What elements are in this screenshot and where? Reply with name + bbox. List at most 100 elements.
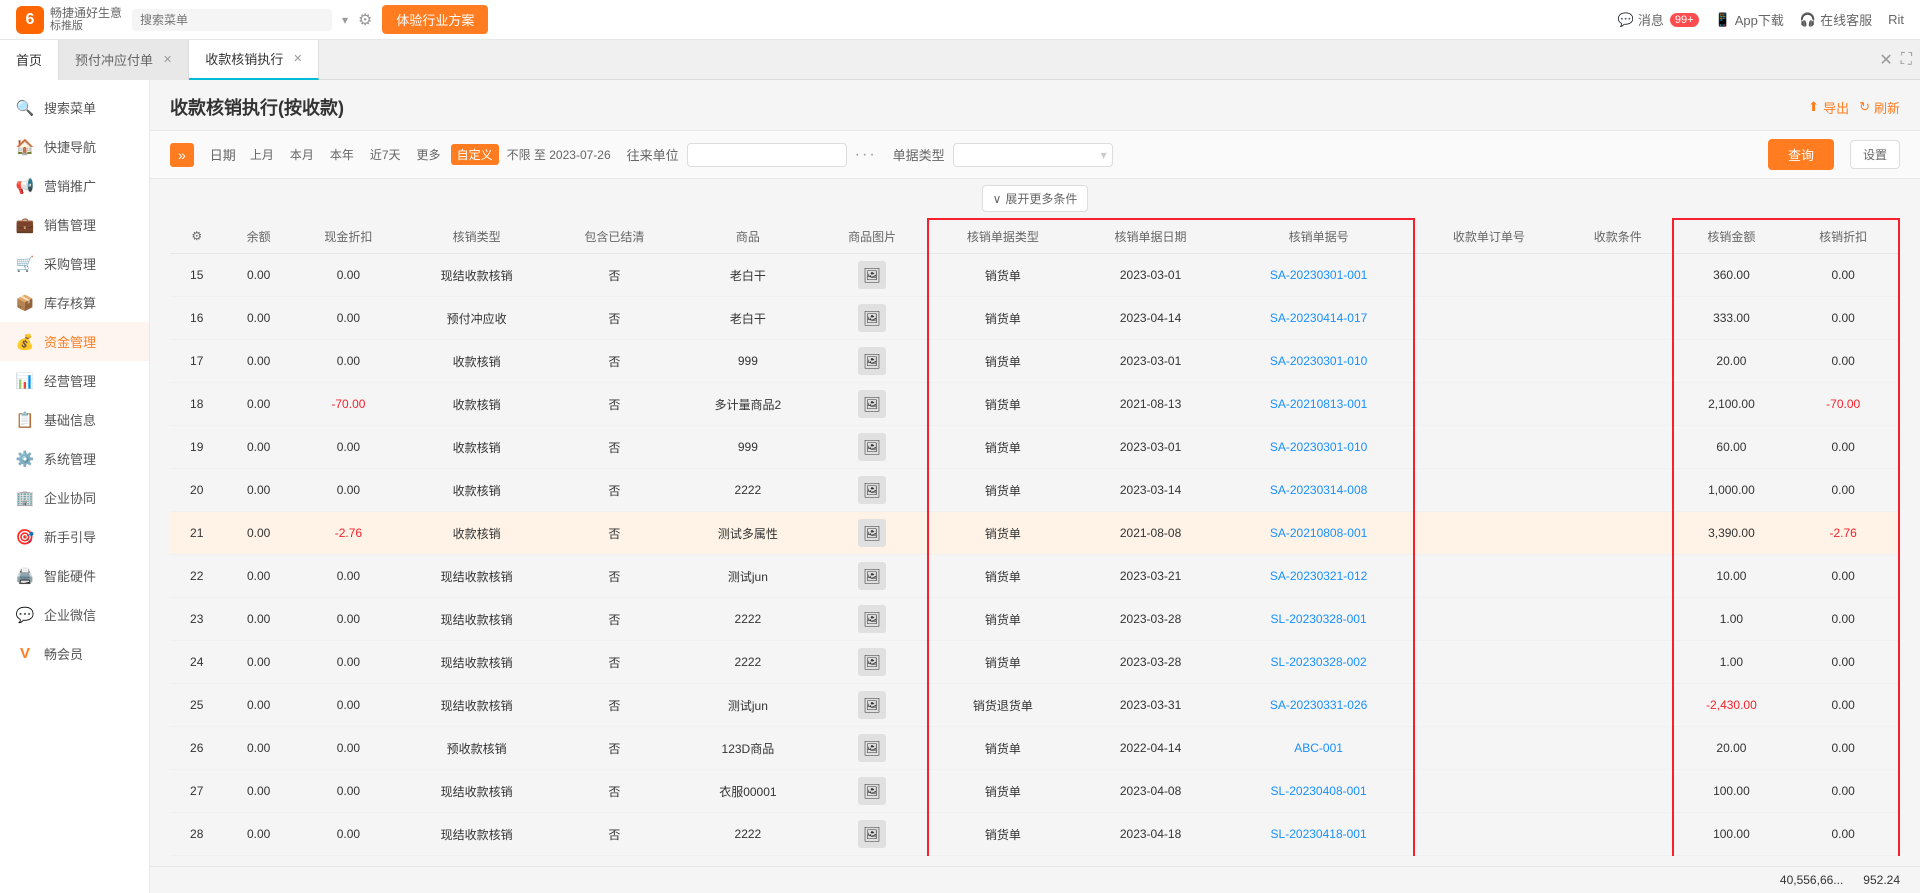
sidebar-item-enterprise[interactable]: 🏢 企业协同 (0, 478, 149, 517)
cell-include-settled: 否 (550, 684, 678, 727)
bill-no-link[interactable]: SL-20230328-001 (1271, 612, 1367, 626)
sidebar-item-label: 新手引导 (44, 527, 96, 546)
tab-home[interactable]: 首页 (0, 40, 59, 80)
cell-receipt-condition (1563, 770, 1674, 813)
inventory-icon: 📦 (16, 294, 34, 312)
messages-btn[interactable]: 💬 消息 99+ (1618, 10, 1699, 29)
bill-no-link[interactable]: SA-20230331-026 (1270, 698, 1367, 712)
sidebar-item-member[interactable]: V 畅会员 (0, 634, 149, 673)
app-download-btn[interactable]: 📱 App下载 (1715, 10, 1784, 29)
cell-bill-date: 2023-04-08 (1077, 770, 1224, 813)
cell-balance: 0.00 (223, 727, 294, 770)
sidebar-item-system[interactable]: ⚙️ 系统管理 (0, 439, 149, 478)
cell-cancel-amount: 333.00 (1673, 297, 1788, 340)
cell-cancel-amount: 60.00 (1673, 426, 1788, 469)
sidebar-item-newbie[interactable]: 🎯 新手引导 (0, 517, 149, 556)
bill-no-link[interactable]: SA-20230301-010 (1270, 354, 1367, 368)
sidebar-item-hardware[interactable]: 🖨️ 智能硬件 (0, 556, 149, 595)
table-row: 24 0.00 0.00 现结收款核销 否 2222 🖼 销货单 2023-03… (170, 641, 1899, 684)
cell-cancel-discount: -2.76 (1788, 512, 1899, 555)
date-btn-this-month[interactable]: 本月 (284, 144, 320, 165)
cell-cancel-type: 现结收款核销 (403, 641, 550, 684)
from-unit-section: 往来单位 ··· (627, 143, 877, 167)
cell-receipt-order-no (1414, 727, 1563, 770)
cell-num: 23 (170, 598, 223, 641)
cell-bill-date: 2023-03-01 (1077, 254, 1224, 297)
sidebar-item-search[interactable]: 🔍 搜索菜单 (0, 88, 149, 127)
sidebar-item-sales[interactable]: 💼 销售管理 (0, 205, 149, 244)
date-btn-more[interactable]: 更多 (411, 144, 447, 165)
more-dots-icon[interactable]: ··· (855, 146, 877, 164)
date-btn-custom[interactable]: 自定义 (451, 144, 499, 165)
bill-no-link[interactable]: SA-20230414-017 (1270, 311, 1367, 325)
bill-no-link[interactable]: ABC-001 (1294, 741, 1343, 755)
bill-no-link[interactable]: SA-20210813-001 (1270, 397, 1367, 411)
table-settings-btn[interactable]: 设置 (1850, 140, 1900, 169)
bill-no-link[interactable]: SA-20230314-008 (1270, 483, 1367, 497)
cell-cash-discount: -70.00 (294, 383, 403, 426)
cell-bill-no: SA-20230301-001 (1224, 254, 1414, 297)
refresh-btn[interactable]: ↻ 刷新 (1859, 98, 1900, 117)
table-row: 19 0.00 0.00 收款核销 否 999 🖼 销货单 2023-03-01… (170, 426, 1899, 469)
cell-balance: 0.00 (223, 426, 294, 469)
bill-no-link[interactable]: SL-20230328-002 (1271, 655, 1367, 669)
tab-prepay[interactable]: 预付冲应付单 ✕ (59, 40, 189, 80)
col-receipt-condition: 收款条件 (1563, 219, 1674, 254)
top-search-input[interactable] (132, 9, 332, 31)
date-btn-prev-month[interactable]: 上月 (244, 144, 280, 165)
bill-no-link[interactable]: SA-20230301-010 (1270, 440, 1367, 454)
cell-product: 2222 (678, 469, 817, 512)
cell-cancel-amount: 1.00 (1673, 598, 1788, 641)
cell-balance: 0.00 (223, 555, 294, 598)
date-btn-this-year[interactable]: 本年 (324, 144, 360, 165)
cell-receipt-order-no (1414, 340, 1563, 383)
tab-receipt-close[interactable]: ✕ (293, 52, 302, 65)
online-service-btn[interactable]: 🎧 在线客服 (1800, 10, 1872, 29)
cell-cancel-discount: 0.00 (1788, 641, 1899, 684)
sidebar-item-marketing[interactable]: 📢 营销推广 (0, 166, 149, 205)
filter-toggle-btn[interactable]: » (170, 143, 194, 167)
sidebar-item-label: 企业协同 (44, 488, 96, 507)
logo-icon: 6 (16, 6, 44, 34)
col-settings[interactable]: ⚙ (170, 219, 223, 254)
industry-btn[interactable]: 体验行业方案 (382, 5, 488, 34)
dropdown-icon[interactable]: ▾ (342, 13, 348, 27)
enterprise-icon: 🏢 (16, 489, 34, 507)
cell-cash-discount: -2.76 (294, 512, 403, 555)
bill-no-link[interactable]: SA-20230321-012 (1270, 569, 1367, 583)
expand-tabs-icon[interactable]: ⛶ (1901, 51, 1912, 69)
cell-bill-type: 销货单 (928, 512, 1077, 555)
sidebar-item-finance[interactable]: 💰 资金管理 (0, 322, 149, 361)
settings-icon[interactable]: ⚙ (358, 10, 372, 30)
from-unit-input[interactable] (687, 143, 847, 167)
cell-product: 123D商品 (678, 727, 817, 770)
sidebar-item-weixin[interactable]: 💬 企业微信 (0, 595, 149, 634)
user-avatar[interactable]: Rit (1888, 12, 1904, 27)
bill-no-link[interactable]: SL-20230408-001 (1271, 784, 1367, 798)
cell-cancel-amount: 1.00 (1673, 641, 1788, 684)
cell-cash-discount: 0.00 (294, 684, 403, 727)
query-btn[interactable]: 查询 (1768, 139, 1834, 170)
bill-no-link[interactable]: SA-20230301-001 (1270, 268, 1367, 282)
sidebar-item-basic[interactable]: 📋 基础信息 (0, 400, 149, 439)
sidebar-item-purchase[interactable]: 🛒 采购管理 (0, 244, 149, 283)
logo-text: 畅捷通好生意 标推版 (50, 6, 122, 34)
expand-conditions-btn[interactable]: ∨ 展开更多条件 (982, 185, 1089, 212)
bill-no-link[interactable]: SL-20230418-001 (1271, 827, 1367, 841)
bill-type-input[interactable] (953, 143, 1113, 167)
tab-prepay-close[interactable]: ✕ (163, 53, 172, 66)
page-actions: ⬆ 导出 ↻ 刷新 (1808, 98, 1900, 117)
bill-no-link[interactable]: SA-20210808-001 (1270, 526, 1367, 540)
tab-receipt[interactable]: 收款核销执行 ✕ (189, 40, 319, 80)
sidebar-item-inventory[interactable]: 📦 库存核算 (0, 283, 149, 322)
close-all-tabs-icon[interactable]: ✕ (1879, 50, 1892, 70)
page-header: 收款核销执行(按收款) ⬆ 导出 ↻ 刷新 (150, 80, 1920, 130)
date-btn-7days[interactable]: 近7天 (364, 144, 407, 165)
hardware-icon: 🖨️ (16, 567, 34, 585)
export-btn[interactable]: ⬆ 导出 (1808, 98, 1849, 117)
sidebar-item-quicknav[interactable]: 🏠 快捷导航 (0, 127, 149, 166)
cell-cash-discount: 0.00 (294, 770, 403, 813)
cell-receipt-order-no (1414, 770, 1563, 813)
cell-receipt-order-no (1414, 383, 1563, 426)
sidebar-item-operations[interactable]: 📊 经营管理 (0, 361, 149, 400)
